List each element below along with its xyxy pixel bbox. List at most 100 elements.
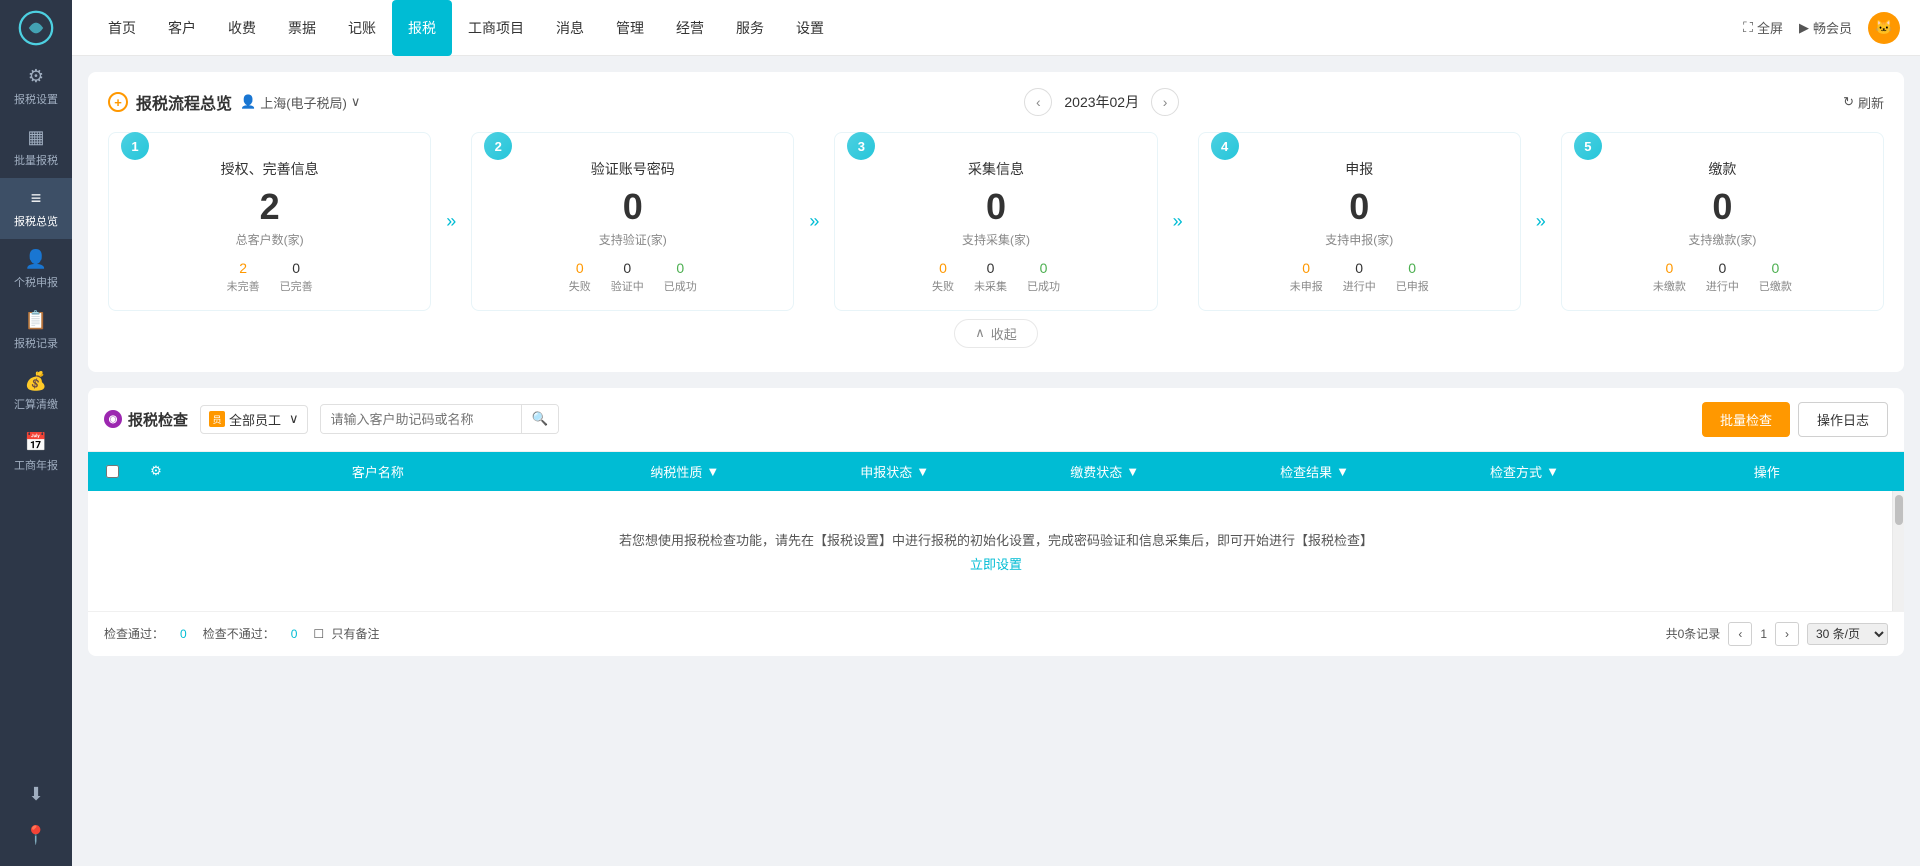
sidebar-item-tax-overview[interactable]: ≡ 报税总览: [0, 178, 72, 239]
step-1-num: 1: [121, 132, 149, 160]
nav-tax[interactable]: 报税: [392, 0, 452, 56]
nav-bizproject[interactable]: 工商项目: [452, 0, 540, 56]
step-5-stat-1-val: 0: [1719, 260, 1727, 276]
step-4-stat-1-label: 进行中: [1343, 278, 1376, 294]
location-icon: 📍: [25, 825, 47, 846]
sidebar-item-download[interactable]: ⬇: [0, 774, 72, 815]
next-page-button[interactable]: ›: [1775, 622, 1799, 646]
table-header: ⚙ 客户名称 纳税性质 ▼ 申报状态 ▼ 缴费状态 ▼ 检查结果 ▼: [88, 452, 1904, 491]
personal-report-icon: 👤: [25, 249, 47, 270]
nav-invoices[interactable]: 票据: [272, 0, 332, 56]
refresh-icon: ↻: [1843, 94, 1854, 110]
checkbox-icon: ☐: [313, 627, 324, 641]
nav-accounting[interactable]: 记账: [332, 0, 392, 56]
sidebar-item-location[interactable]: 📍: [0, 815, 72, 856]
step-2-stat-2-label: 已成功: [664, 278, 697, 294]
step-4-card: 4 申报 0 支持申报(家) 0 未申报 0 进行中: [1198, 132, 1521, 311]
search-input[interactable]: [321, 406, 521, 433]
step-5-stats: 0 未缴款 0 进行中 0 已缴款: [1578, 260, 1867, 294]
step-3-card: 3 采集信息 0 支持采集(家) 0 失败 0 未采集: [834, 132, 1157, 311]
step-3-stat-1: 0 未采集: [974, 260, 1007, 294]
step-4-stat-0-val: 0: [1302, 260, 1310, 276]
nav-fees[interactable]: 收费: [212, 0, 272, 56]
step-5-card: 5 缴款 0 支持缴款(家) 0 未缴款 0 进行中: [1561, 132, 1884, 311]
sidebar-item-tax-records[interactable]: 📋 报税记录: [0, 300, 72, 361]
nav-services[interactable]: 服务: [720, 0, 780, 56]
setup-link[interactable]: 立即设置: [970, 557, 1022, 572]
refresh-button[interactable]: ↻ 刷新: [1843, 93, 1884, 112]
step-arrow-4: »: [1521, 132, 1561, 311]
step-4-stat-0: 0 未申报: [1290, 260, 1323, 294]
step-3-stat-0-val: 0: [939, 260, 947, 276]
filter-icon-method[interactable]: ▼: [1546, 464, 1559, 479]
step-3-num: 3: [847, 132, 875, 160]
step-2-card: 2 验证账号密码 0 支持验证(家) 0 失败 0 验证中: [471, 132, 794, 311]
app-logo[interactable]: [0, 0, 72, 56]
step-2-stat-1-label: 验证中: [611, 278, 644, 294]
empty-message: 若您想使用报税检查功能，请先在【报税设置】中进行报税的初始化设置，完成密码验证和…: [619, 528, 1373, 554]
chevron-down-icon: ∨: [351, 94, 361, 110]
table-scrollbar[interactable]: [1892, 491, 1904, 611]
vip-button[interactable]: ▶ 畅会员: [1799, 18, 1852, 37]
filter-icon-pay[interactable]: ▼: [1126, 464, 1139, 479]
next-month-button[interactable]: ›: [1151, 88, 1179, 116]
nav-clients[interactable]: 客户: [152, 0, 212, 56]
step-2-stat-1: 0 验证中: [611, 260, 644, 294]
main-content: + 报税流程总览 👤 上海(电子税局) ∨ ‹ 2023年02月 › ↻ 刷新: [72, 56, 1920, 866]
th-checkbox: [88, 452, 136, 491]
step-2-stat-0: 0 失败: [569, 260, 591, 294]
prev-month-button[interactable]: ‹: [1024, 88, 1052, 116]
step-3-stat-1-val: 0: [987, 260, 995, 276]
step-3-stat-2-label: 已成功: [1027, 278, 1060, 294]
th-pay-status: 缴费状态 ▼: [1000, 452, 1210, 491]
step-3-title: 采集信息: [851, 159, 1140, 179]
operation-log-button[interactable]: 操作日志: [1798, 402, 1888, 437]
step-5-num: 5: [1574, 132, 1602, 160]
select-all-checkbox[interactable]: [106, 465, 119, 478]
step-4-stat-0-label: 未申报: [1290, 278, 1323, 294]
step-1-title: 授权、完善信息: [125, 159, 414, 179]
step-1-stat-0-label: 未完善: [227, 278, 260, 294]
sidebar-item-tax-settings[interactable]: ⚙ 报税设置: [0, 56, 72, 117]
collapse-button[interactable]: ∧ 收起: [954, 319, 1038, 348]
fail-count[interactable]: 0: [291, 627, 298, 641]
nav-messages[interactable]: 消息: [540, 0, 600, 56]
search-button[interactable]: 🔍: [521, 405, 559, 433]
step-4-stats: 0 未申报 0 进行中 0 已申报: [1215, 260, 1504, 294]
tax-records-icon: 📋: [25, 310, 47, 331]
nav-management[interactable]: 管理: [600, 0, 660, 56]
nav-operations[interactable]: 经营: [660, 0, 720, 56]
nav-settings[interactable]: 设置: [780, 0, 840, 56]
step-1-stat-0: 2 未完善: [227, 260, 260, 294]
step-4-stat-2-label: 已申报: [1396, 278, 1429, 294]
avatar[interactable]: 🐱: [1868, 12, 1900, 44]
gear-icon[interactable]: ⚙: [150, 463, 162, 479]
sidebar-item-annual-report[interactable]: 📅 工商年报: [0, 422, 72, 483]
pass-count[interactable]: 0: [180, 627, 187, 641]
step-5-stat-2-val: 0: [1772, 260, 1780, 276]
filter-icon-declare[interactable]: ▼: [916, 464, 929, 479]
step-2-count: 0: [488, 187, 777, 227]
sidebar-item-personal-report[interactable]: 👤 个税申报: [0, 239, 72, 300]
check-card-header: ◉ 报税检查 员 全部员工 ∨ 🔍 批量检查 操作日志: [88, 388, 1904, 452]
step-1-card: 1 授权、完善信息 2 总客户数(家) 2 未完善 0 已完善: [108, 132, 431, 311]
filter-icon-tax[interactable]: ▼: [706, 464, 719, 479]
th-check-result: 检查结果 ▼: [1210, 452, 1420, 491]
fullscreen-button[interactable]: ⛶ 全屏: [1743, 18, 1783, 37]
staff-selector[interactable]: 员 全部员工 ∨: [200, 405, 308, 434]
total-records: 共0条记录: [1666, 625, 1721, 642]
date-navigation: ‹ 2023年02月 ›: [1024, 88, 1179, 116]
location-selector[interactable]: 👤 上海(电子税局) ∨: [240, 93, 360, 112]
sidebar-item-batch-tax[interactable]: ▦ 批量报税: [0, 117, 72, 178]
page-size-select[interactable]: 30 条/页 50 条/页 100 条/页: [1807, 623, 1888, 645]
prev-page-button[interactable]: ‹: [1728, 622, 1752, 646]
step-2-stats: 0 失败 0 验证中 0 已成功: [488, 260, 777, 294]
topnav-right: ⛶ 全屏 ▶ 畅会员 🐱: [1743, 12, 1900, 44]
step-3-stat-0-label: 失败: [932, 278, 954, 294]
batch-check-button[interactable]: 批量检查: [1702, 402, 1790, 437]
play-icon: ▶: [1799, 20, 1809, 36]
nav-home[interactable]: 首页: [92, 0, 152, 56]
filter-icon-result[interactable]: ▼: [1336, 464, 1349, 479]
sidebar-item-settlement[interactable]: 💰 汇算清缴: [0, 361, 72, 422]
page-number: 1: [1760, 627, 1767, 641]
